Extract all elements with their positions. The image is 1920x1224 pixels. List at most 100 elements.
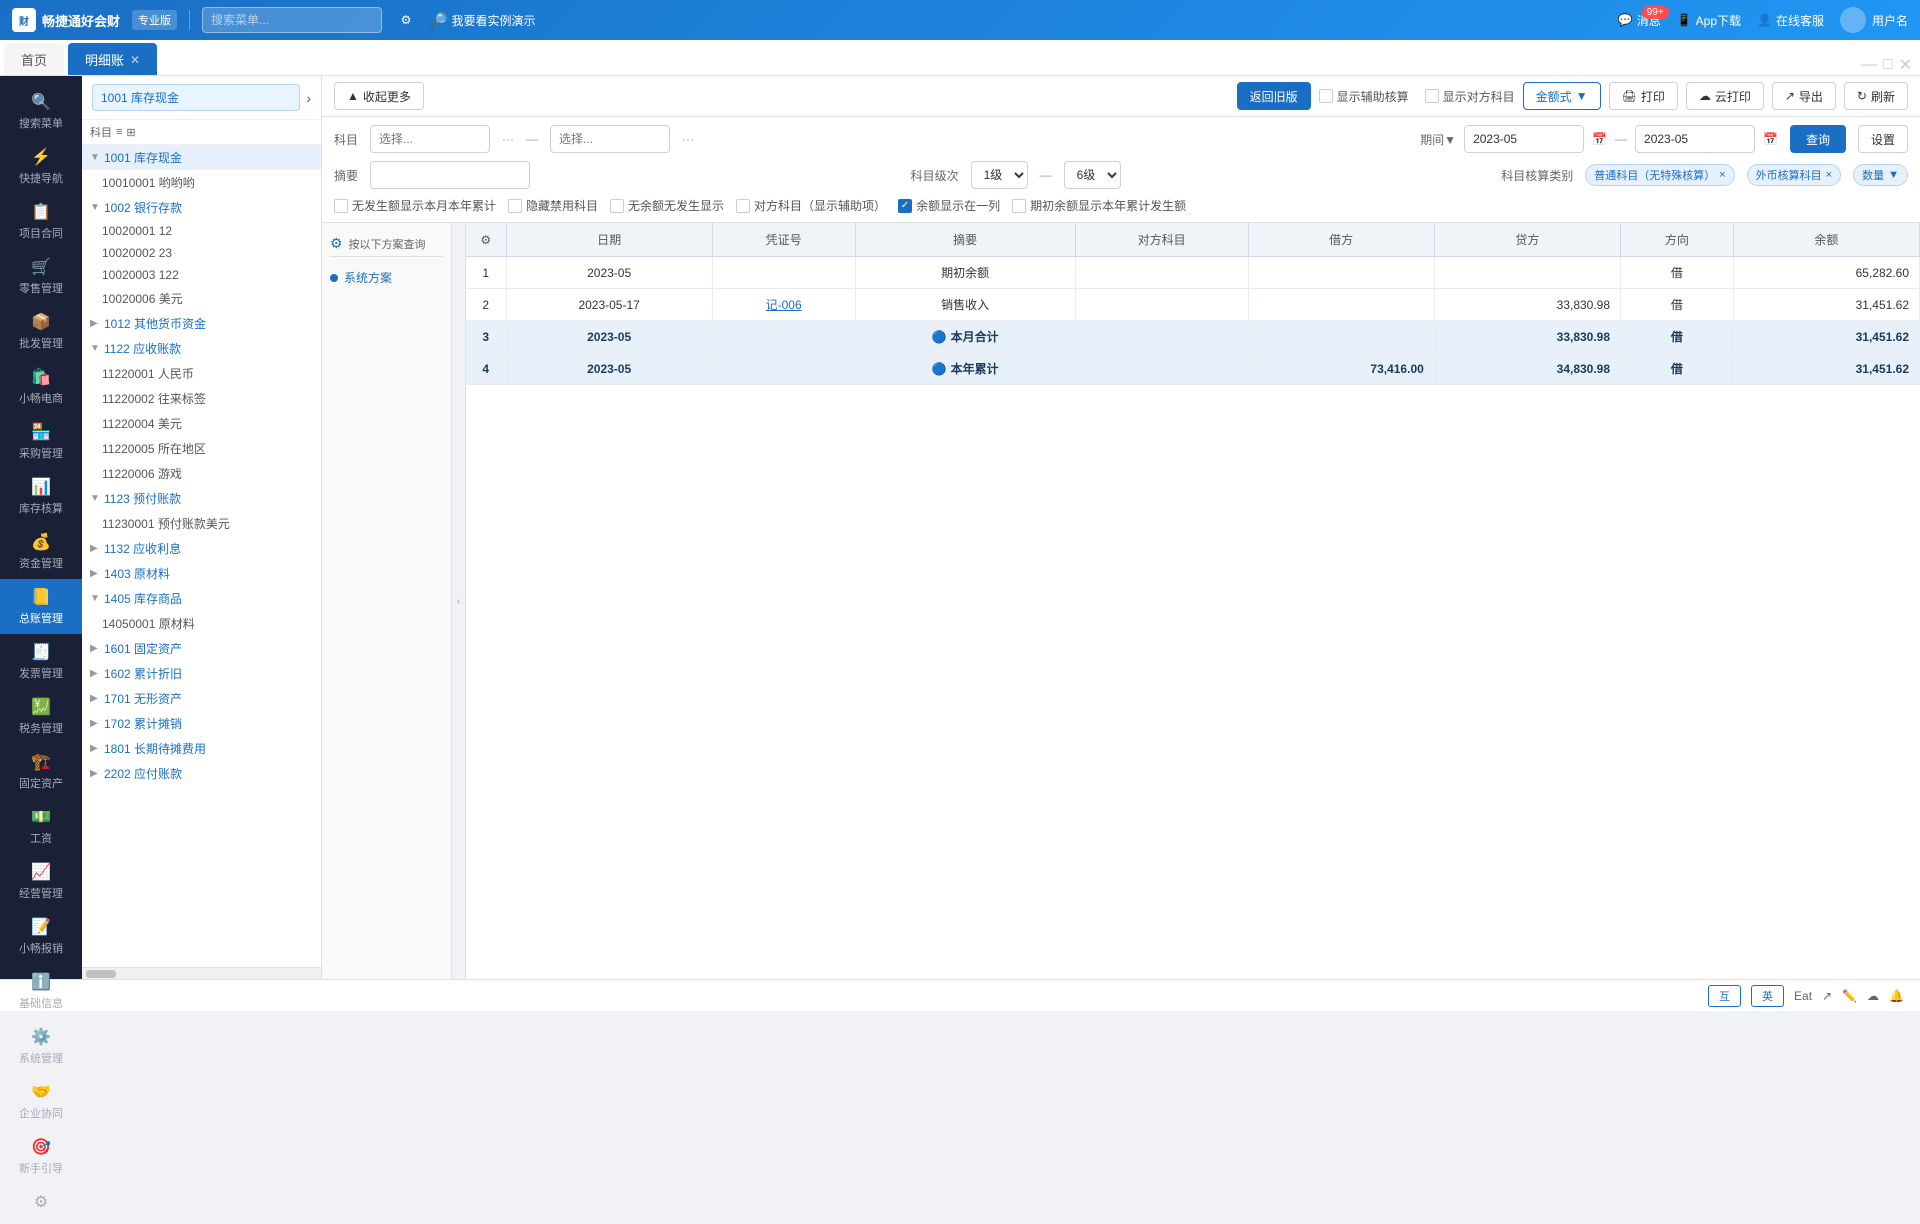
period-from-input[interactable] bbox=[1464, 125, 1584, 153]
account-item-14050001[interactable]: 14050001 原材料 bbox=[82, 611, 321, 636]
online-service-action[interactable]: 👤 在线客服 bbox=[1757, 12, 1824, 29]
tag-remove-icon[interactable]: × bbox=[1719, 169, 1725, 181]
account-item-2202[interactable]: ▶ 2202 应付账款 bbox=[82, 761, 321, 786]
cb-balance-one-col[interactable]: ✓ 余额显示在一列 bbox=[898, 197, 1000, 214]
account-item-1602[interactable]: ▶ 1602 累计折旧 bbox=[82, 661, 321, 686]
level-to-select[interactable]: 6级 5级 bbox=[1064, 161, 1121, 189]
message-action[interactable]: 💬 消息 99+ bbox=[1618, 12, 1661, 29]
account-item-1002[interactable]: ▼ 1002 银行存款 bbox=[82, 195, 321, 220]
account-item-1405[interactable]: ▼ 1405 库存商品 bbox=[82, 586, 321, 611]
account-item-11230001[interactable]: 11230001 预付账款美元 bbox=[82, 511, 321, 536]
query-btn[interactable]: 查询 bbox=[1790, 125, 1846, 153]
tag-remove-icon-2[interactable]: × bbox=[1826, 169, 1832, 181]
user-info[interactable]: 用户名 bbox=[1840, 7, 1908, 33]
account-item-1122[interactable]: ▼ 1122 应收账款 bbox=[82, 336, 321, 361]
period-to-input[interactable] bbox=[1635, 125, 1755, 153]
status-icon-1[interactable]: ↗ bbox=[1822, 989, 1832, 1003]
sidebar-item-inventory[interactable]: 📊 库存核算 bbox=[0, 469, 82, 524]
status-btn-zh[interactable]: 互 bbox=[1708, 985, 1741, 1007]
sidebar-item-assets[interactable]: 🏗️ 固定资产 bbox=[0, 744, 82, 799]
status-btn-en[interactable]: 英 bbox=[1751, 985, 1784, 1007]
sidebar-item-funds[interactable]: 💰 资金管理 bbox=[0, 524, 82, 579]
account-item-1601[interactable]: ▶ 1601 固定资产 bbox=[82, 636, 321, 661]
account-item-10020003[interactable]: 10020003 122 bbox=[82, 264, 321, 286]
status-icon-3[interactable]: ☁ bbox=[1867, 989, 1879, 1003]
current-account-display[interactable]: 1001 库存现金 bbox=[92, 84, 300, 111]
nav-arrow-btn[interactable]: › bbox=[306, 90, 311, 106]
summary-input[interactable] bbox=[370, 161, 530, 189]
account-item-11220002[interactable]: 11220002 往来标签 bbox=[82, 386, 321, 411]
search-input[interactable] bbox=[202, 7, 382, 33]
sidebar-item-system[interactable]: ⚙️ 系统管理 bbox=[0, 1019, 82, 1074]
tab-ledger[interactable]: 明细账 ✕ bbox=[68, 43, 157, 75]
tab-home[interactable]: 首页 bbox=[4, 43, 64, 75]
account-item-11220004[interactable]: 11220004 美元 bbox=[82, 411, 321, 436]
collapse-left-btn[interactable]: ‹ bbox=[452, 223, 466, 979]
status-icon-2[interactable]: ✏️ bbox=[1842, 989, 1857, 1003]
status-icon-4[interactable]: 🔔 bbox=[1889, 989, 1904, 1003]
calendar-from-icon[interactable]: 📅 bbox=[1592, 132, 1607, 146]
account-item-10010001[interactable]: 10010001 哟哟哟 bbox=[82, 170, 321, 195]
th-settings[interactable]: ⚙ bbox=[466, 223, 506, 257]
show-aux-checkbox[interactable]: 显示辅助核算 bbox=[1319, 88, 1409, 105]
account-item-11220005[interactable]: 11220005 所在地区 bbox=[82, 436, 321, 461]
cb-opposite-subject[interactable]: 对方科目（显示辅助项） bbox=[736, 197, 886, 214]
tag-dropdown-icon[interactable]: ▼ bbox=[1888, 169, 1899, 181]
sidebar-item-invoice[interactable]: 🧾 发票管理 bbox=[0, 634, 82, 689]
toggle-more-btn[interactable]: ▲ 收起更多 bbox=[334, 82, 424, 110]
settings-text-btn[interactable]: 设置 bbox=[1858, 125, 1908, 153]
cb-no-balance[interactable]: 无发生额显示本月本年累计 bbox=[334, 197, 496, 214]
sidebar-item-guide[interactable]: 🎯 新手引导 bbox=[0, 1129, 82, 1184]
subject-input[interactable] bbox=[370, 125, 490, 153]
sidebar-item-ecommerce[interactable]: 🛍️ 小畅电商 bbox=[0, 359, 82, 414]
account-item-1132[interactable]: ▶ 1132 应收利息 bbox=[82, 536, 321, 561]
sidebar-item-retail[interactable]: 🛒 零售管理 bbox=[0, 249, 82, 304]
show-opposite-checkbox[interactable]: 显示对方科目 bbox=[1425, 88, 1515, 105]
cb-hide-disabled[interactable]: 隐藏禁用科目 bbox=[508, 197, 598, 214]
demo-link[interactable]: 🔎 我要看实例演示 bbox=[430, 12, 535, 29]
sidebar-item-salary[interactable]: 💵 工资 bbox=[0, 799, 82, 854]
maximize-icon[interactable]: □ bbox=[1883, 56, 1893, 74]
export-btn[interactable]: ↗ 导出 bbox=[1772, 82, 1836, 110]
account-item-1012[interactable]: ▶ 1012 其他货币资金 bbox=[82, 311, 321, 336]
category-tag-foreign[interactable]: 外币核算科目 × bbox=[1747, 164, 1841, 186]
calendar-to-icon[interactable]: 📅 bbox=[1763, 132, 1778, 146]
subject-input-2[interactable] bbox=[550, 125, 670, 153]
scheme-item[interactable]: 系统方案 bbox=[330, 265, 443, 290]
account-item-1123[interactable]: ▼ 1123 预付账款 bbox=[82, 486, 321, 511]
settings-icon[interactable]: ⚙ bbox=[394, 8, 418, 32]
account-item-1403[interactable]: ▶ 1403 原材料 bbox=[82, 561, 321, 586]
sidebar-item-basic-info[interactable]: ℹ️ 基础信息 bbox=[0, 964, 82, 1019]
level-from-select[interactable]: 1级 2级 bbox=[971, 161, 1028, 189]
app-download-action[interactable]: 📱 App下载 bbox=[1677, 12, 1741, 29]
cb-no-balance-show[interactable]: 无余额无发生显示 bbox=[610, 197, 724, 214]
sidebar-item-ledger[interactable]: 📒 总账管理 bbox=[0, 579, 82, 634]
horizontal-scrollbar[interactable] bbox=[82, 967, 321, 979]
sidebar-item-wholesale[interactable]: 📦 批发管理 bbox=[0, 304, 82, 359]
account-item-11220001[interactable]: 11220001 人民币 bbox=[82, 361, 321, 386]
sidebar-item-operations[interactable]: 📈 经营管理 bbox=[0, 854, 82, 909]
cloud-print-btn[interactable]: ☁ 云打印 bbox=[1686, 82, 1764, 110]
refresh-btn[interactable]: ↻ 刷新 bbox=[1844, 82, 1908, 110]
account-item-1701[interactable]: ▶ 1701 无形资产 bbox=[82, 686, 321, 711]
account-item-1801[interactable]: ▶ 1801 长期待摊费用 bbox=[82, 736, 321, 761]
sidebar-item-purchase[interactable]: 🏪 采购管理 bbox=[0, 414, 82, 469]
back-to-old-btn[interactable]: 返回旧版 bbox=[1237, 82, 1311, 110]
tab-close-icon[interactable]: ✕ bbox=[130, 53, 140, 67]
sidebar-item-expenses[interactable]: 📝 小畅报销 bbox=[0, 909, 82, 964]
account-item-11220006[interactable]: 11220006 游戏 bbox=[82, 461, 321, 486]
account-item-1001[interactable]: ▼ 1001 库存现金 bbox=[82, 145, 321, 170]
sidebar-settings[interactable]: ⚙ bbox=[0, 1184, 82, 1224]
print-btn[interactable]: 🖨 打印 bbox=[1609, 82, 1678, 110]
sidebar-item-search[interactable]: 🔍 搜索菜单 bbox=[0, 84, 82, 139]
quantity-tag[interactable]: 数量 ▼ bbox=[1853, 164, 1908, 186]
sidebar-item-collab[interactable]: 🤝 企业协同 bbox=[0, 1074, 82, 1129]
category-tag-normal[interactable]: 普通科目（无特殊核算） × bbox=[1585, 164, 1734, 186]
sidebar-item-tax[interactable]: 💹 税务管理 bbox=[0, 689, 82, 744]
minimize-icon[interactable]: — bbox=[1861, 56, 1877, 74]
view-format-btn[interactable]: 金额式 ▼ bbox=[1523, 82, 1601, 110]
close-icon[interactable]: ✕ bbox=[1899, 55, 1912, 75]
account-item-10020002[interactable]: 10020002 23 bbox=[82, 242, 321, 264]
account-item-10020006[interactable]: 10020006 美元 bbox=[82, 286, 321, 311]
sidebar-item-quicknav[interactable]: ⚡ 快捷导航 bbox=[0, 139, 82, 194]
